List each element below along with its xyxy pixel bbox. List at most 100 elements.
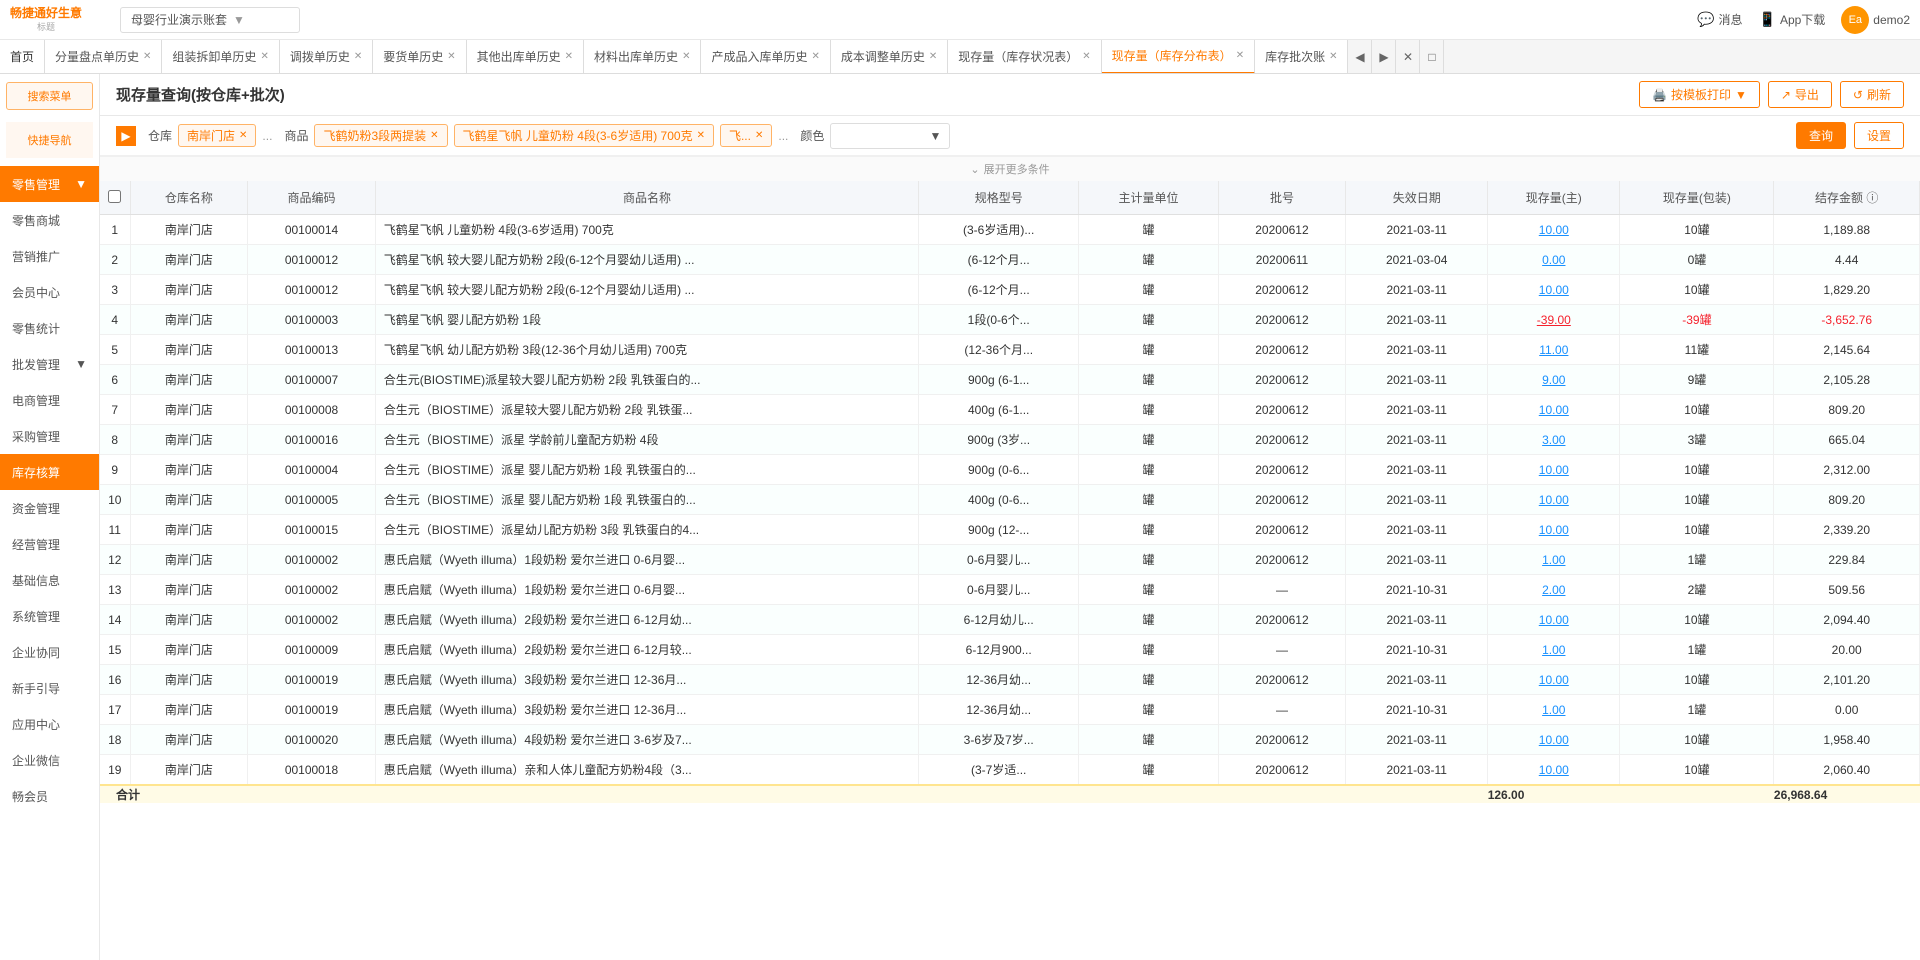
sidebar-item-inventory[interactable]: 库存核算 <box>0 454 99 490</box>
sidebar-item-enterprise-collab[interactable]: 企业协同 <box>0 634 99 670</box>
sidebar-item-member[interactable]: 畅会员 <box>0 778 99 814</box>
tab-transfer[interactable]: 调拨单历史 ✕ <box>280 40 373 74</box>
table-row: 10 南岸门店 00100005 合生元（BIOSTIME）派星 婴儿配方奶粉 … <box>100 485 1920 515</box>
cell-code: 00100012 <box>248 275 376 305</box>
cell-expire: 2021-03-11 <box>1346 425 1488 455</box>
cell-qty-main[interactable]: -39.00 <box>1488 305 1620 335</box>
close-icon[interactable]: ✕ <box>1329 51 1337 62</box>
cell-qty-main[interactable]: 10.00 <box>1488 395 1620 425</box>
tab-other-outbound[interactable]: 其他出库单历史 ✕ <box>467 40 584 74</box>
tab-maximize-btn[interactable]: □ <box>1420 40 1444 74</box>
app-download-btn[interactable]: 📱 App下载 <box>1759 11 1826 28</box>
cell-qty-main[interactable]: 10.00 <box>1488 215 1620 245</box>
expand-btn[interactable]: ▶ <box>116 126 136 146</box>
sidebar-item-retail-store[interactable]: 零售商城 <box>0 202 99 238</box>
product-more[interactable]: ... <box>778 129 788 143</box>
close-icon[interactable]: ✕ <box>929 51 937 62</box>
cell-qty-main[interactable]: 10.00 <box>1488 605 1620 635</box>
close-icon[interactable]: ✕ <box>354 51 362 62</box>
cell-warehouse: 南岸门店 <box>130 635 248 665</box>
sidebar-item-retail-mgmt[interactable]: 零售管理 ▼ <box>0 166 99 202</box>
sidebar-item-ops[interactable]: 经营管理 <box>0 526 99 562</box>
cell-qty-main[interactable]: 10.00 <box>1488 755 1620 786</box>
sidebar-item-retail-stats[interactable]: 零售统计 <box>0 310 99 346</box>
tab-split-stock[interactable]: 分量盘点单历史 ✕ <box>45 40 162 74</box>
cell-warehouse: 南岸门店 <box>130 575 248 605</box>
account-selector[interactable]: 母婴行业演示账套 ▼ <box>120 7 300 33</box>
remove-product-tag-0[interactable]: ✕ <box>430 130 438 141</box>
cell-qty-main[interactable]: 1.00 <box>1488 635 1620 665</box>
cell-qty-main[interactable]: 10.00 <box>1488 725 1620 755</box>
cell-expire: 2021-03-11 <box>1346 605 1488 635</box>
tab-home[interactable]: 首页 <box>0 40 45 74</box>
cell-qty-main[interactable]: 2.00 <box>1488 575 1620 605</box>
cell-qty-main[interactable]: 10.00 <box>1488 665 1620 695</box>
cell-qty-main[interactable]: 0.00 <box>1488 245 1620 275</box>
search-menu-btn[interactable]: 搜索菜单 <box>6 82 93 110</box>
close-icon[interactable]: ✕ <box>143 51 151 62</box>
cell-qty-pkg: 10罐 <box>1620 665 1774 695</box>
cell-qty-main[interactable]: 1.00 <box>1488 545 1620 575</box>
cell-qty-main[interactable]: 9.00 <box>1488 365 1620 395</box>
cell-warehouse: 南岸门店 <box>130 365 248 395</box>
cell-qty-main[interactable]: 11.00 <box>1488 335 1620 365</box>
warehouse-more[interactable]: ... <box>262 129 272 143</box>
cell-qty-main[interactable]: 3.00 <box>1488 425 1620 455</box>
settings-btn[interactable]: 设置 <box>1854 122 1904 149</box>
sidebar-item-basic-info[interactable]: 基础信息 <box>0 562 99 598</box>
table-row: 14 南岸门店 00100002 惠氏启赋（Wyeth illuma）2段奶粉 … <box>100 605 1920 635</box>
cell-warehouse: 南岸门店 <box>130 695 248 725</box>
close-icon[interactable]: ✕ <box>260 51 268 62</box>
export-btn[interactable]: ↗ 导出 <box>1768 81 1832 108</box>
cell-qty-main[interactable]: 10.00 <box>1488 485 1620 515</box>
close-icon[interactable]: ✕ <box>1236 50 1244 61</box>
product-tag-1: 飞鹤星飞帆 儿童奶粉 4段(3-6岁适用) 700克 ✕ <box>454 124 714 147</box>
tab-next-btn[interactable]: ▶ <box>1372 40 1396 74</box>
remove-product-tag-2[interactable]: ✕ <box>755 130 763 141</box>
sidebar: 搜索菜单 快捷导航 零售管理 ▼ 零售商城 营销推广 会员中心 零售统计 <box>0 74 100 960</box>
sidebar-item-wholesale-mgmt[interactable]: 批发管理 ▼ <box>0 346 99 382</box>
close-icon[interactable]: ✕ <box>1082 51 1090 62</box>
tab-product-inbound[interactable]: 产成品入库单历史 ✕ <box>701 40 830 74</box>
sidebar-item-enterprise-wechat[interactable]: 企业微信 <box>0 742 99 778</box>
tab-material-outbound[interactable]: 材料出库单历史 ✕ <box>584 40 701 74</box>
sidebar-item-sys-mgmt[interactable]: 系统管理 <box>0 598 99 634</box>
tab-disassemble[interactable]: 组装拆卸单历史 ✕ <box>162 40 279 74</box>
tab-prev-btn[interactable]: ◀ <box>1348 40 1372 74</box>
close-icon[interactable]: ✕ <box>682 51 690 62</box>
sidebar-item-marketing[interactable]: 营销推广 <box>0 238 99 274</box>
sidebar-quick-nav[interactable]: 快捷导航 <box>6 122 93 158</box>
cell-qty-main[interactable]: 10.00 <box>1488 515 1620 545</box>
refresh-btn[interactable]: ↺ 刷新 <box>1840 81 1904 108</box>
warehouse-filter: 仓库 南岸门店 ✕ ... <box>148 124 272 147</box>
cell-batch: 20200612 <box>1218 455 1346 485</box>
tab-stock-distribute[interactable]: 现存量（库存分布表） ✕ <box>1102 40 1255 74</box>
sidebar-item-purchase[interactable]: 采购管理 <box>0 418 99 454</box>
sidebar-item-app-center[interactable]: 应用中心 <box>0 706 99 742</box>
color-dropdown[interactable]: ▼ <box>830 123 950 149</box>
tab-batch-order[interactable]: 库存批次账 ✕ <box>1255 40 1348 74</box>
tab-requisition[interactable]: 要货单历史 ✕ <box>373 40 466 74</box>
cell-qty-main[interactable]: 1.00 <box>1488 695 1620 725</box>
sidebar-item-new-guide[interactable]: 新手引导 <box>0 670 99 706</box>
remove-warehouse-tag[interactable]: ✕ <box>239 130 247 141</box>
sidebar-item-finance[interactable]: 资金管理 <box>0 490 99 526</box>
cell-qty-main[interactable]: 10.00 <box>1488 275 1620 305</box>
sidebar-item-member-center[interactable]: 会员中心 <box>0 274 99 310</box>
select-all-checkbox[interactable] <box>108 190 121 203</box>
tab-stock-status[interactable]: 现存量（库存状况表） ✕ <box>948 40 1101 74</box>
remove-product-tag-1[interactable]: ✕ <box>697 130 705 141</box>
close-icon[interactable]: ✕ <box>811 51 819 62</box>
search-btn[interactable]: 查询 <box>1796 122 1846 149</box>
sidebar-item-ecommerce[interactable]: 电商管理 <box>0 382 99 418</box>
message-btn[interactable]: 💬 消息 <box>1697 11 1742 28</box>
template-print-btn[interactable]: 🖨️ 按模板打印 ▼ <box>1639 81 1760 108</box>
user-avatar[interactable]: Ea demo2 <box>1841 6 1910 34</box>
cell-qty-main[interactable]: 10.00 <box>1488 455 1620 485</box>
cell-expire: 2021-03-11 <box>1346 665 1488 695</box>
close-icon[interactable]: ✕ <box>447 51 455 62</box>
expand-more-conditions[interactable]: ⌄ 展开更多条件 <box>100 156 1920 181</box>
tab-cost-adjust[interactable]: 成本调整单历史 ✕ <box>831 40 948 74</box>
tab-close-all-btn[interactable]: ✕ <box>1396 40 1420 74</box>
close-icon[interactable]: ✕ <box>565 51 573 62</box>
